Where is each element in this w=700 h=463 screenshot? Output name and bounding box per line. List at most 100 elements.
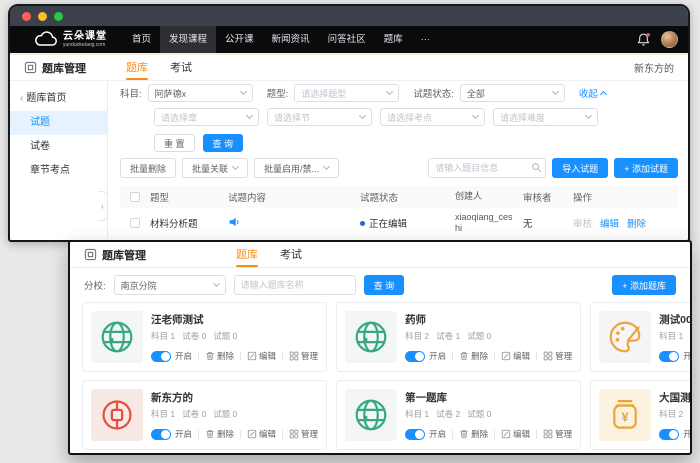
svg-text:¥: ¥ [622, 411, 629, 425]
add-bank-button[interactable]: + 添加题库 [612, 275, 676, 295]
batch-enable-button[interactable]: 批量启用/禁... [254, 158, 340, 178]
row-checkbox[interactable] [130, 218, 140, 228]
knowledge-point-select[interactable]: 请选择考点 [380, 108, 485, 126]
delete-bank-action[interactable]: 删除 [205, 428, 234, 440]
edit-bank-action[interactable]: 编辑 [247, 428, 276, 440]
difficulty-select[interactable]: 请选择难度 [493, 108, 598, 126]
import-questions-button[interactable]: 导入试题 [552, 158, 609, 178]
app-logo[interactable]: 云朵课堂 yunduoketang.com [34, 31, 107, 48]
add-question-button[interactable]: + 添加试题 [614, 158, 678, 178]
branch-select[interactable]: 南京分院 [113, 275, 226, 295]
filter-row-1: 科目: 阿萨德x 题型: 请选择题型 试题状态: 全部 收起 [120, 84, 678, 102]
status-select[interactable]: 全部 [459, 84, 565, 102]
minimize-window-button[interactable] [38, 11, 47, 21]
delete-bank-action[interactable]: 删除 [459, 350, 488, 362]
bank-card[interactable]: 新东方的 科目 1 试卷 0 试题 0 开启 删除 编辑 管理 [82, 380, 328, 450]
bank-card-title: 第一题库 [405, 392, 448, 404]
collapse-filters-link[interactable]: 收起 [579, 86, 607, 100]
type-select[interactable]: 请选择题型 [294, 84, 400, 102]
column-status: 试题状态 [360, 193, 399, 204]
audio-icon[interactable] [228, 216, 240, 228]
panel-tab-question-bank[interactable]: 题库 [236, 242, 258, 268]
bank-card-title: 大国测试 [659, 392, 691, 404]
enable-toggle[interactable] [405, 428, 426, 440]
query-button[interactable]: 查 询 [202, 134, 244, 152]
status-label: 试题状态: [413, 89, 454, 100]
delete-bank-action[interactable]: 删除 [459, 428, 488, 440]
sidebar-collapse-handle[interactable]: ‹ [98, 191, 108, 221]
back-to-bank-home[interactable]: ‹ 题库首页 [10, 81, 107, 111]
panel-tab-exam[interactable]: 考试 [280, 242, 302, 268]
manage-bank-action[interactable]: 管理 [289, 350, 318, 362]
close-window-button[interactable] [22, 11, 31, 21]
chevron-down-icon [471, 111, 480, 120]
bank-card[interactable]: 药师 科目 2 试卷 1 试题 0 开启 删除 编辑 管理 [336, 302, 582, 372]
chevron-down-icon [386, 87, 394, 96]
manage-bank-action[interactable]: 管理 [289, 428, 318, 440]
nav-item-question-bank[interactable]: 题库 [375, 26, 412, 53]
trash-icon [460, 430, 468, 438]
enable-toggle[interactable] [151, 428, 171, 440]
subject-select[interactable]: 阿萨德x [147, 84, 253, 102]
user-avatar[interactable] [661, 31, 678, 48]
status-dot [360, 221, 365, 226]
creator-cell: xiaoqiang_ceshi [455, 211, 513, 233]
section-select[interactable]: 请选择节 [267, 108, 372, 126]
edit-action[interactable]: 编辑 [600, 216, 619, 230]
nav-item-more[interactable]: ··· [412, 26, 440, 53]
select-all-checkbox[interactable] [130, 192, 140, 202]
panel-title: 题库管理 [102, 249, 146, 262]
nav-item-open-courses[interactable]: 公开课 [216, 26, 263, 53]
enable-toggle[interactable] [405, 350, 426, 362]
reset-button[interactable]: 重 置 [154, 134, 195, 152]
chevron-down-icon [212, 279, 220, 288]
edit-bank-action[interactable]: 编辑 [501, 428, 530, 440]
bank-name-input[interactable] [233, 275, 356, 295]
nav-item-qa-community[interactable]: 问答社区 [319, 26, 375, 53]
delete-action[interactable]: 删除 [627, 216, 646, 230]
bank-card[interactable]: ¥ 大国测试 科目 2试卷 4试题 1 开启 删除 [590, 380, 691, 450]
filter-row-2: 请选择章 请选择节 请选择考点 请选择难度 [154, 108, 678, 126]
edit-bank-action[interactable]: 编辑 [501, 350, 530, 362]
enable-toggle[interactable] [151, 350, 171, 362]
nav-item-discover-courses[interactable]: 发现课程 [160, 26, 217, 53]
delete-bank-action[interactable]: 删除 [205, 350, 234, 362]
chevron-down-icon [584, 111, 593, 120]
filter-buttons: 重 置 查 询 [154, 134, 678, 152]
chapter-select[interactable]: 请选择章 [154, 108, 259, 126]
type-label: 题型: [266, 89, 289, 100]
review-action[interactable]: 审核 [573, 216, 592, 230]
search-icon [532, 163, 542, 173]
toggle-label: 开启 [175, 429, 193, 439]
panel-query-button[interactable]: 查 询 [363, 275, 405, 295]
enable-toggle[interactable] [659, 428, 680, 440]
tab-exam[interactable]: 考试 [170, 55, 192, 81]
bank-card[interactable]: 汪老师测试 科目 1 试卷 0 试题 0 开启 删除 编辑 管理 [82, 302, 328, 372]
manage-bank-action[interactable]: 管理 [543, 350, 572, 362]
manage-bank-action[interactable]: 管理 [543, 428, 572, 440]
column-content: 试题内容 [228, 193, 267, 204]
edit-bank-action[interactable]: 编辑 [247, 350, 276, 362]
edit-icon [501, 351, 511, 361]
batch-delete-button[interactable]: 批量删除 [120, 158, 177, 178]
status-cell: 正在编辑 [360, 216, 455, 230]
bank-card[interactable]: 第一题库 科目 1 试卷 2 试题 0 开启 删除 编辑 管理 [336, 380, 582, 450]
enable-toggle[interactable] [659, 350, 680, 362]
batch-link-button[interactable]: 批量关联 [182, 158, 249, 178]
browser-window: 云朵课堂 yunduoketang.com 首页 发现课程 公开课 新闻资讯 问… [8, 4, 690, 242]
tab-question-bank[interactable]: 题库 [126, 55, 148, 81]
nav-item-news[interactable]: 新闻资讯 [263, 26, 319, 53]
bank-card[interactable]: 测试001 科目 1试卷 3试题 2 开启 删除 [590, 302, 690, 372]
maximize-window-button[interactable] [54, 11, 63, 21]
notification-bell-icon[interactable] [636, 32, 651, 47]
toggle-label: 开启 [175, 351, 193, 361]
question-search-input[interactable] [428, 158, 547, 178]
chevron-up-icon [599, 90, 607, 98]
bank-card-stats: 科目 1 试卷 2 试题 0 [405, 409, 492, 419]
nav-item-home[interactable]: 首页 [123, 26, 160, 53]
chevron-down-icon [323, 162, 331, 171]
sidebar-item-chapters[interactable]: 章节考点 [10, 159, 107, 183]
sidebar-item-questions[interactable]: 试题 [10, 111, 107, 135]
bank-card-stats: 科目 1 试卷 0 试题 0 [151, 409, 238, 419]
sidebar-item-papers[interactable]: 试卷 [10, 135, 107, 159]
